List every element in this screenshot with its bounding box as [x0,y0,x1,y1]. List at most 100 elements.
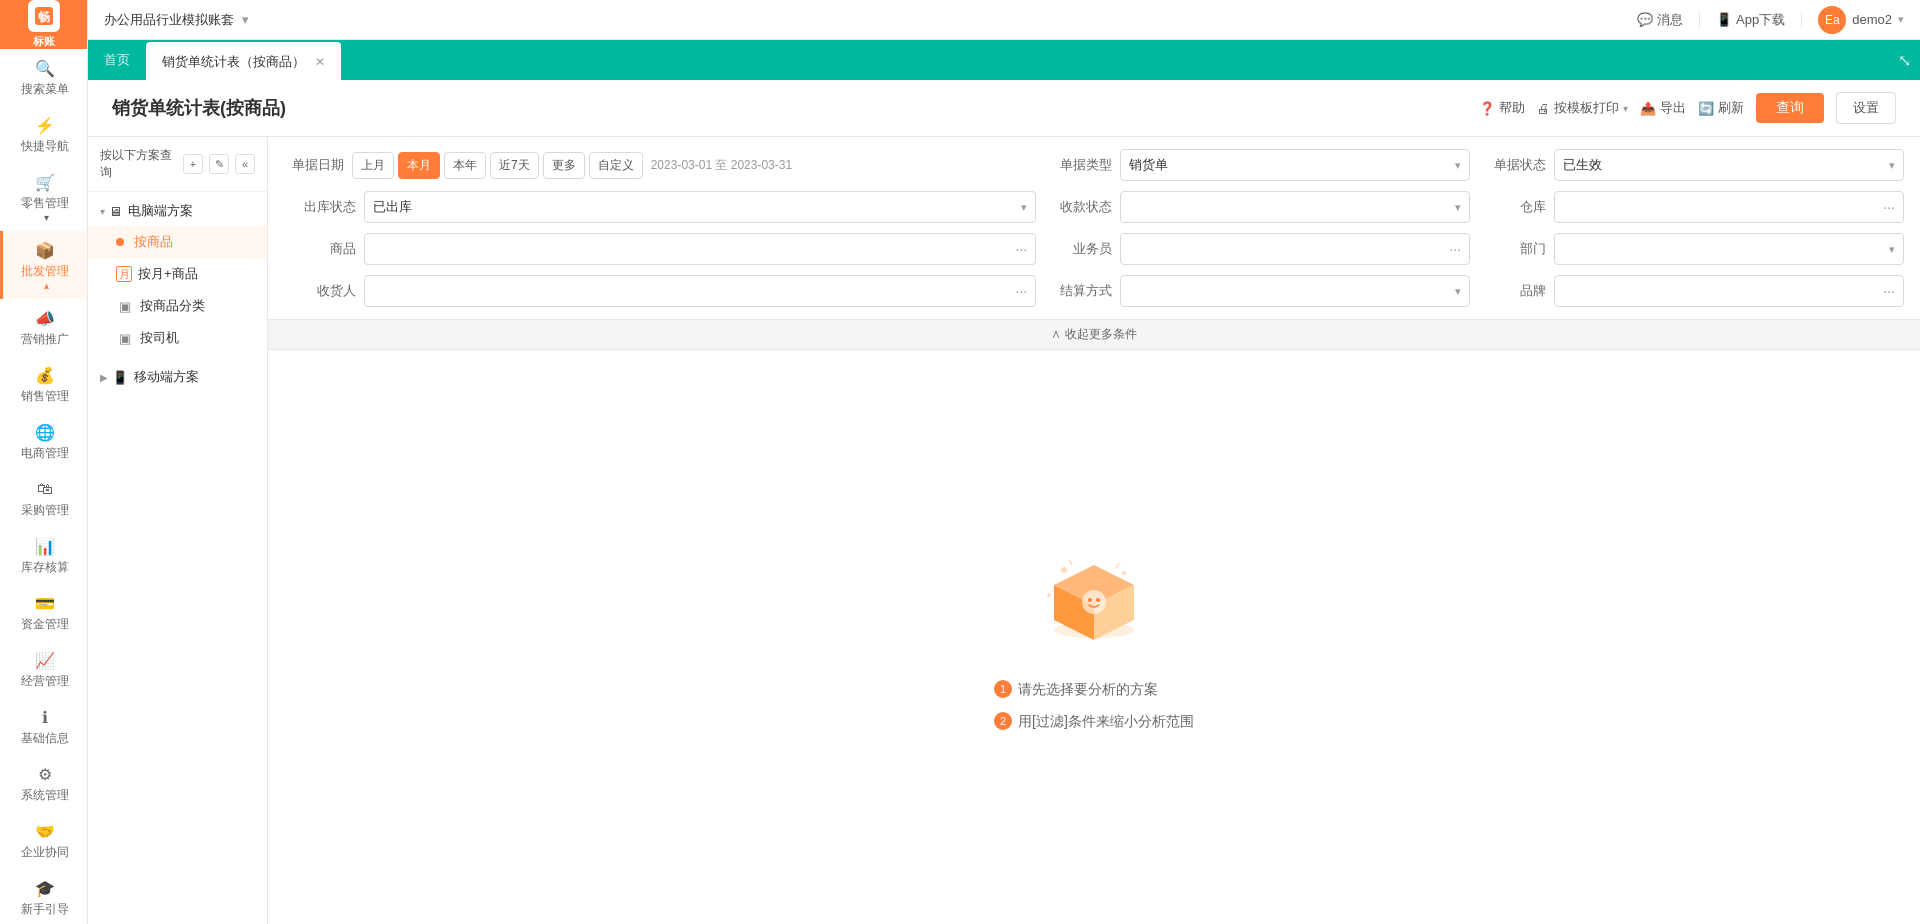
sidebar-item-basic[interactable]: ℹ 基础信息 [0,698,88,755]
filter-doc-status: 单据状态 已生效 ▾ [1486,149,1904,181]
sidebar-item-system[interactable]: ⚙ 系统管理 [0,755,88,812]
ecommerce-icon: 🌐 [34,421,56,443]
product-control[interactable]: ··· [364,233,1036,265]
scheme-item-by-product[interactable]: 按商品 [88,226,267,258]
tab-expand-button[interactable]: ⤡ [1888,44,1920,76]
doc-status-value: 已生效 [1563,156,1885,174]
department-control[interactable]: ▾ [1554,233,1904,265]
scheme-add-icon[interactable]: + [183,154,203,174]
print-label: 按模板打印 [1554,99,1619,117]
purchase-icon: 🛍 [34,478,56,500]
sidebar-item-wholesale-label: 批发管理 [21,263,69,280]
tip-num-1: 1 [994,680,1012,698]
empty-tip-1: 1 请先选择要分析的方案 [994,675,1194,703]
sidebar-item-inventory-label: 库存核算 [21,559,69,576]
settlement-label: 结算方式 [1052,282,1112,300]
refresh-action[interactable]: 🔄 刷新 [1698,99,1744,117]
receipt-status-control[interactable]: ▾ [1120,191,1470,223]
date-btn-last7[interactable]: 近7天 [490,152,539,179]
print-icon: 🖨 [1537,101,1550,116]
date-btn-last-month[interactable]: 上月 [352,152,394,179]
sidebar-item-purchase[interactable]: 🛍 采购管理 [0,470,88,527]
export-icon: 📤 [1640,101,1656,116]
sidebar-item-retail[interactable]: 🛒 零售管理 ▾ [0,163,88,231]
brand-control[interactable]: ··· [1554,275,1904,307]
sidebar-item-guide[interactable]: 🎓 新手引导 [0,869,88,924]
system-icon: ⚙ [34,763,56,785]
topbar-dropdown-arrow[interactable]: ▾ [242,12,249,27]
sidebar-item-sales-label: 销售管理 [21,388,69,405]
user-action[interactable]: Ea demo2 ▾ [1818,6,1904,34]
filter-receiver: 收货人 ··· [284,275,1036,307]
scheme-panel-title: 按以下方案查询 [100,147,183,181]
scheme-item-by-cashier[interactable]: ▣ 按司机 [88,322,267,354]
department-arrow: ▾ [1889,243,1895,256]
empty-state: 1 请先选择要分析的方案 2 用[过滤]条件来缩小分析范围 [268,350,1920,924]
download-label: App下载 [1736,11,1785,29]
scheme-edit-icon[interactable]: ✎ [209,154,229,174]
avatar-initials: Ea [1825,13,1840,27]
svg-point-8 [1096,598,1100,602]
scheme-item-by-month-product[interactable]: 月 按月+商品 [88,258,267,290]
salesperson-control[interactable]: ··· [1120,233,1470,265]
tab-sales-stat[interactable]: 销货单统计表（按商品） ✕ [146,42,341,82]
date-btn-this-year[interactable]: 本年 [444,152,486,179]
download-action[interactable]: 📱 App下载 [1716,11,1785,29]
settlement-control[interactable]: ▾ [1120,275,1470,307]
message-action[interactable]: 💬 消息 [1637,11,1683,29]
query-button[interactable]: 查询 [1756,93,1824,123]
doc-type-control[interactable]: 销货单 ▾ [1120,149,1470,181]
desktop-icon: 🖥 [109,204,122,219]
scheme-group-pc: ▾ 🖥 电脑端方案 按商品 月 按月+商品 ▣ 按商品分类 [88,192,267,358]
print-action[interactable]: 🖨 按模板打印 ▾ [1537,99,1628,117]
sidebar-item-ecommerce[interactable]: 🌐 电商管理 [0,413,88,470]
sidebar-item-inventory[interactable]: 📊 库存核算 [0,527,88,584]
date-btn-custom[interactable]: 自定义 [589,152,643,179]
sidebar-item-marketing[interactable]: 📣 营销推广 [0,299,88,356]
scheme-group-pc-header[interactable]: ▾ 🖥 电脑端方案 [88,196,267,226]
scheme-item-by-month-product-label: 按月+商品 [138,265,198,283]
user-dropdown-arrow: ▾ [1898,13,1904,26]
receiver-control[interactable]: ··· [364,275,1036,307]
warehouse-out-control[interactable]: 已出库 ▾ [364,191,1036,223]
settlement-arrow: ▾ [1455,285,1461,298]
settings-button[interactable]: 设置 [1836,92,1896,124]
tab-home[interactable]: 首页 [88,40,146,80]
date-btn-more[interactable]: 更多 [543,152,585,179]
scheme-group-mobile-header[interactable]: ▶ 📱 移动端方案 [88,362,267,392]
doc-type-label: 单据类型 [1052,156,1112,174]
sidebar-item-sales[interactable]: 💰 销售管理 [0,356,88,413]
sidebar-item-shortcut[interactable]: ⚡ 快捷导航 [0,106,88,163]
sidebar-item-wholesale[interactable]: 📦 批发管理 ▴ [0,231,88,299]
retail-icon: 🛒 [34,171,56,193]
export-action[interactable]: 📤 导出 [1640,99,1686,117]
content-area: 销货单统计表(按商品) ❓ 帮助 🖨 按模板打印 ▾ 📤 导出 🔄 刷新 [88,80,1920,924]
tab-home-label: 首页 [104,51,130,69]
active-dot [116,238,124,246]
sidebar-item-basic-label: 基础信息 [21,730,69,747]
sidebar-item-operations[interactable]: 📈 经营管理 [0,641,88,698]
finance-icon: 💳 [34,592,56,614]
doc-status-control[interactable]: 已生效 ▾ [1554,149,1904,181]
warehouse-control[interactable]: ··· [1554,191,1904,223]
date-btn-this-month[interactable]: 本月 [398,152,440,179]
help-action[interactable]: ❓ 帮助 [1479,99,1525,117]
filter-salesperson: 业务员 ··· [1052,233,1470,265]
refresh-icon: 🔄 [1698,101,1714,116]
right-area: 单据日期 上月 本月 本年 近7天 更多 自定义 2023-03-01 至 20… [268,137,1920,924]
scheme-item-by-category[interactable]: ▣ 按商品分类 [88,290,267,322]
filter-department: 部门 ▾ [1486,233,1904,265]
inventory-icon: 📊 [34,535,56,557]
sidebar-item-search[interactable]: 🔍 搜索菜单 [0,49,88,106]
sidebar-item-finance[interactable]: 💳 资金管理 [0,584,88,641]
tab-close-icon[interactable]: ✕ [315,55,325,69]
sidebar-item-enterprise-label: 企业协同 [21,844,69,861]
filter-warehouse: 仓库 ··· [1486,191,1904,223]
product-dots: ··· [1016,241,1028,257]
sidebar-item-enterprise[interactable]: 🤝 企业协同 [0,812,88,869]
collapse-label: ∧ 收起更多条件 [1051,326,1136,343]
sidebar-item-marketing-label: 营销推广 [21,331,69,348]
scheme-collapse-icon[interactable]: « [235,154,255,174]
collapse-bar[interactable]: ∧ 收起更多条件 [268,320,1920,350]
date-range-text: 2023-03-01 至 2023-03-31 [651,157,792,174]
